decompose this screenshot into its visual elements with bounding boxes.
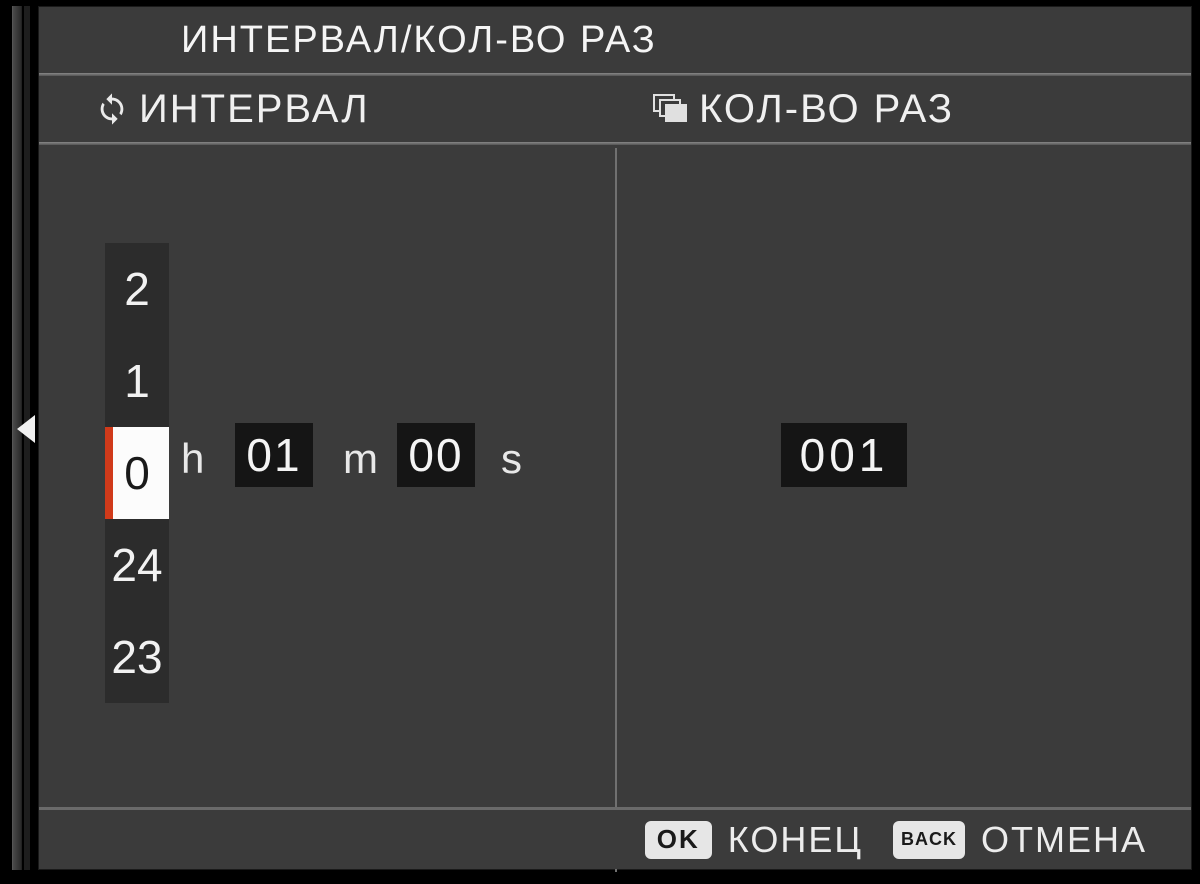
hours-spinner[interactable]: 2 1 0 24 23 — [105, 243, 169, 703]
hours-option[interactable]: 23 — [105, 611, 169, 703]
footer-bar: OK КОНЕЦ BACK ОТМЕНА — [39, 807, 1191, 869]
interval-icon — [95, 92, 129, 126]
ok-key-badge: OK — [645, 821, 712, 859]
count-body: 001 — [615, 145, 1191, 807]
burst-stack-icon — [653, 94, 689, 124]
hours-option[interactable]: 1 — [105, 335, 169, 427]
hours-option[interactable]: 24 — [105, 519, 169, 611]
hours-unit-label: h — [181, 435, 204, 483]
interval-column: ИНТЕРВАЛ 2 1 0 24 23 h 01 m 00 s — [39, 76, 615, 808]
hours-option[interactable]: 2 — [105, 243, 169, 335]
interval-body: 2 1 0 24 23 h 01 m 00 s — [39, 145, 615, 807]
minutes-value[interactable]: 01 — [235, 423, 313, 487]
column-divider — [615, 148, 617, 872]
count-column-label: КОЛ-ВО РАЗ — [699, 87, 954, 132]
count-value[interactable]: 001 — [781, 423, 907, 487]
seconds-value[interactable]: 00 — [397, 423, 475, 487]
footer-back-action[interactable]: BACK ОТМЕНА — [893, 819, 1147, 861]
nav-left-arrow-icon[interactable] — [17, 415, 35, 443]
footer-ok-action[interactable]: OK КОНЕЦ — [645, 819, 863, 861]
minutes-unit-label: m — [343, 435, 378, 483]
back-action-label: ОТМЕНА — [981, 819, 1147, 861]
count-column-header: КОЛ-ВО РАЗ — [615, 76, 1191, 142]
seconds-unit-label: s — [501, 435, 522, 483]
page-title: ИНТЕРВАЛ/КОЛ-ВО РАЗ — [39, 7, 1191, 73]
count-column: КОЛ-ВО РАЗ 001 — [615, 76, 1191, 808]
ok-action-label: КОНЕЦ — [728, 819, 863, 861]
camera-menu-screen: ИНТЕРВАЛ/КОЛ-ВО РАЗ ИНТЕРВАЛ 2 1 0 24 23 — [38, 6, 1192, 870]
interval-column-header: ИНТЕРВАЛ — [39, 76, 615, 142]
columns-container: ИНТЕРВАЛ 2 1 0 24 23 h 01 m 00 s — [39, 76, 1191, 808]
hours-option-selected[interactable]: 0 — [105, 427, 169, 519]
interval-column-label: ИНТЕРВАЛ — [139, 87, 370, 132]
back-key-badge: BACK — [893, 821, 965, 859]
page-title-text: ИНТЕРВАЛ/КОЛ-ВО РАЗ — [181, 19, 657, 62]
